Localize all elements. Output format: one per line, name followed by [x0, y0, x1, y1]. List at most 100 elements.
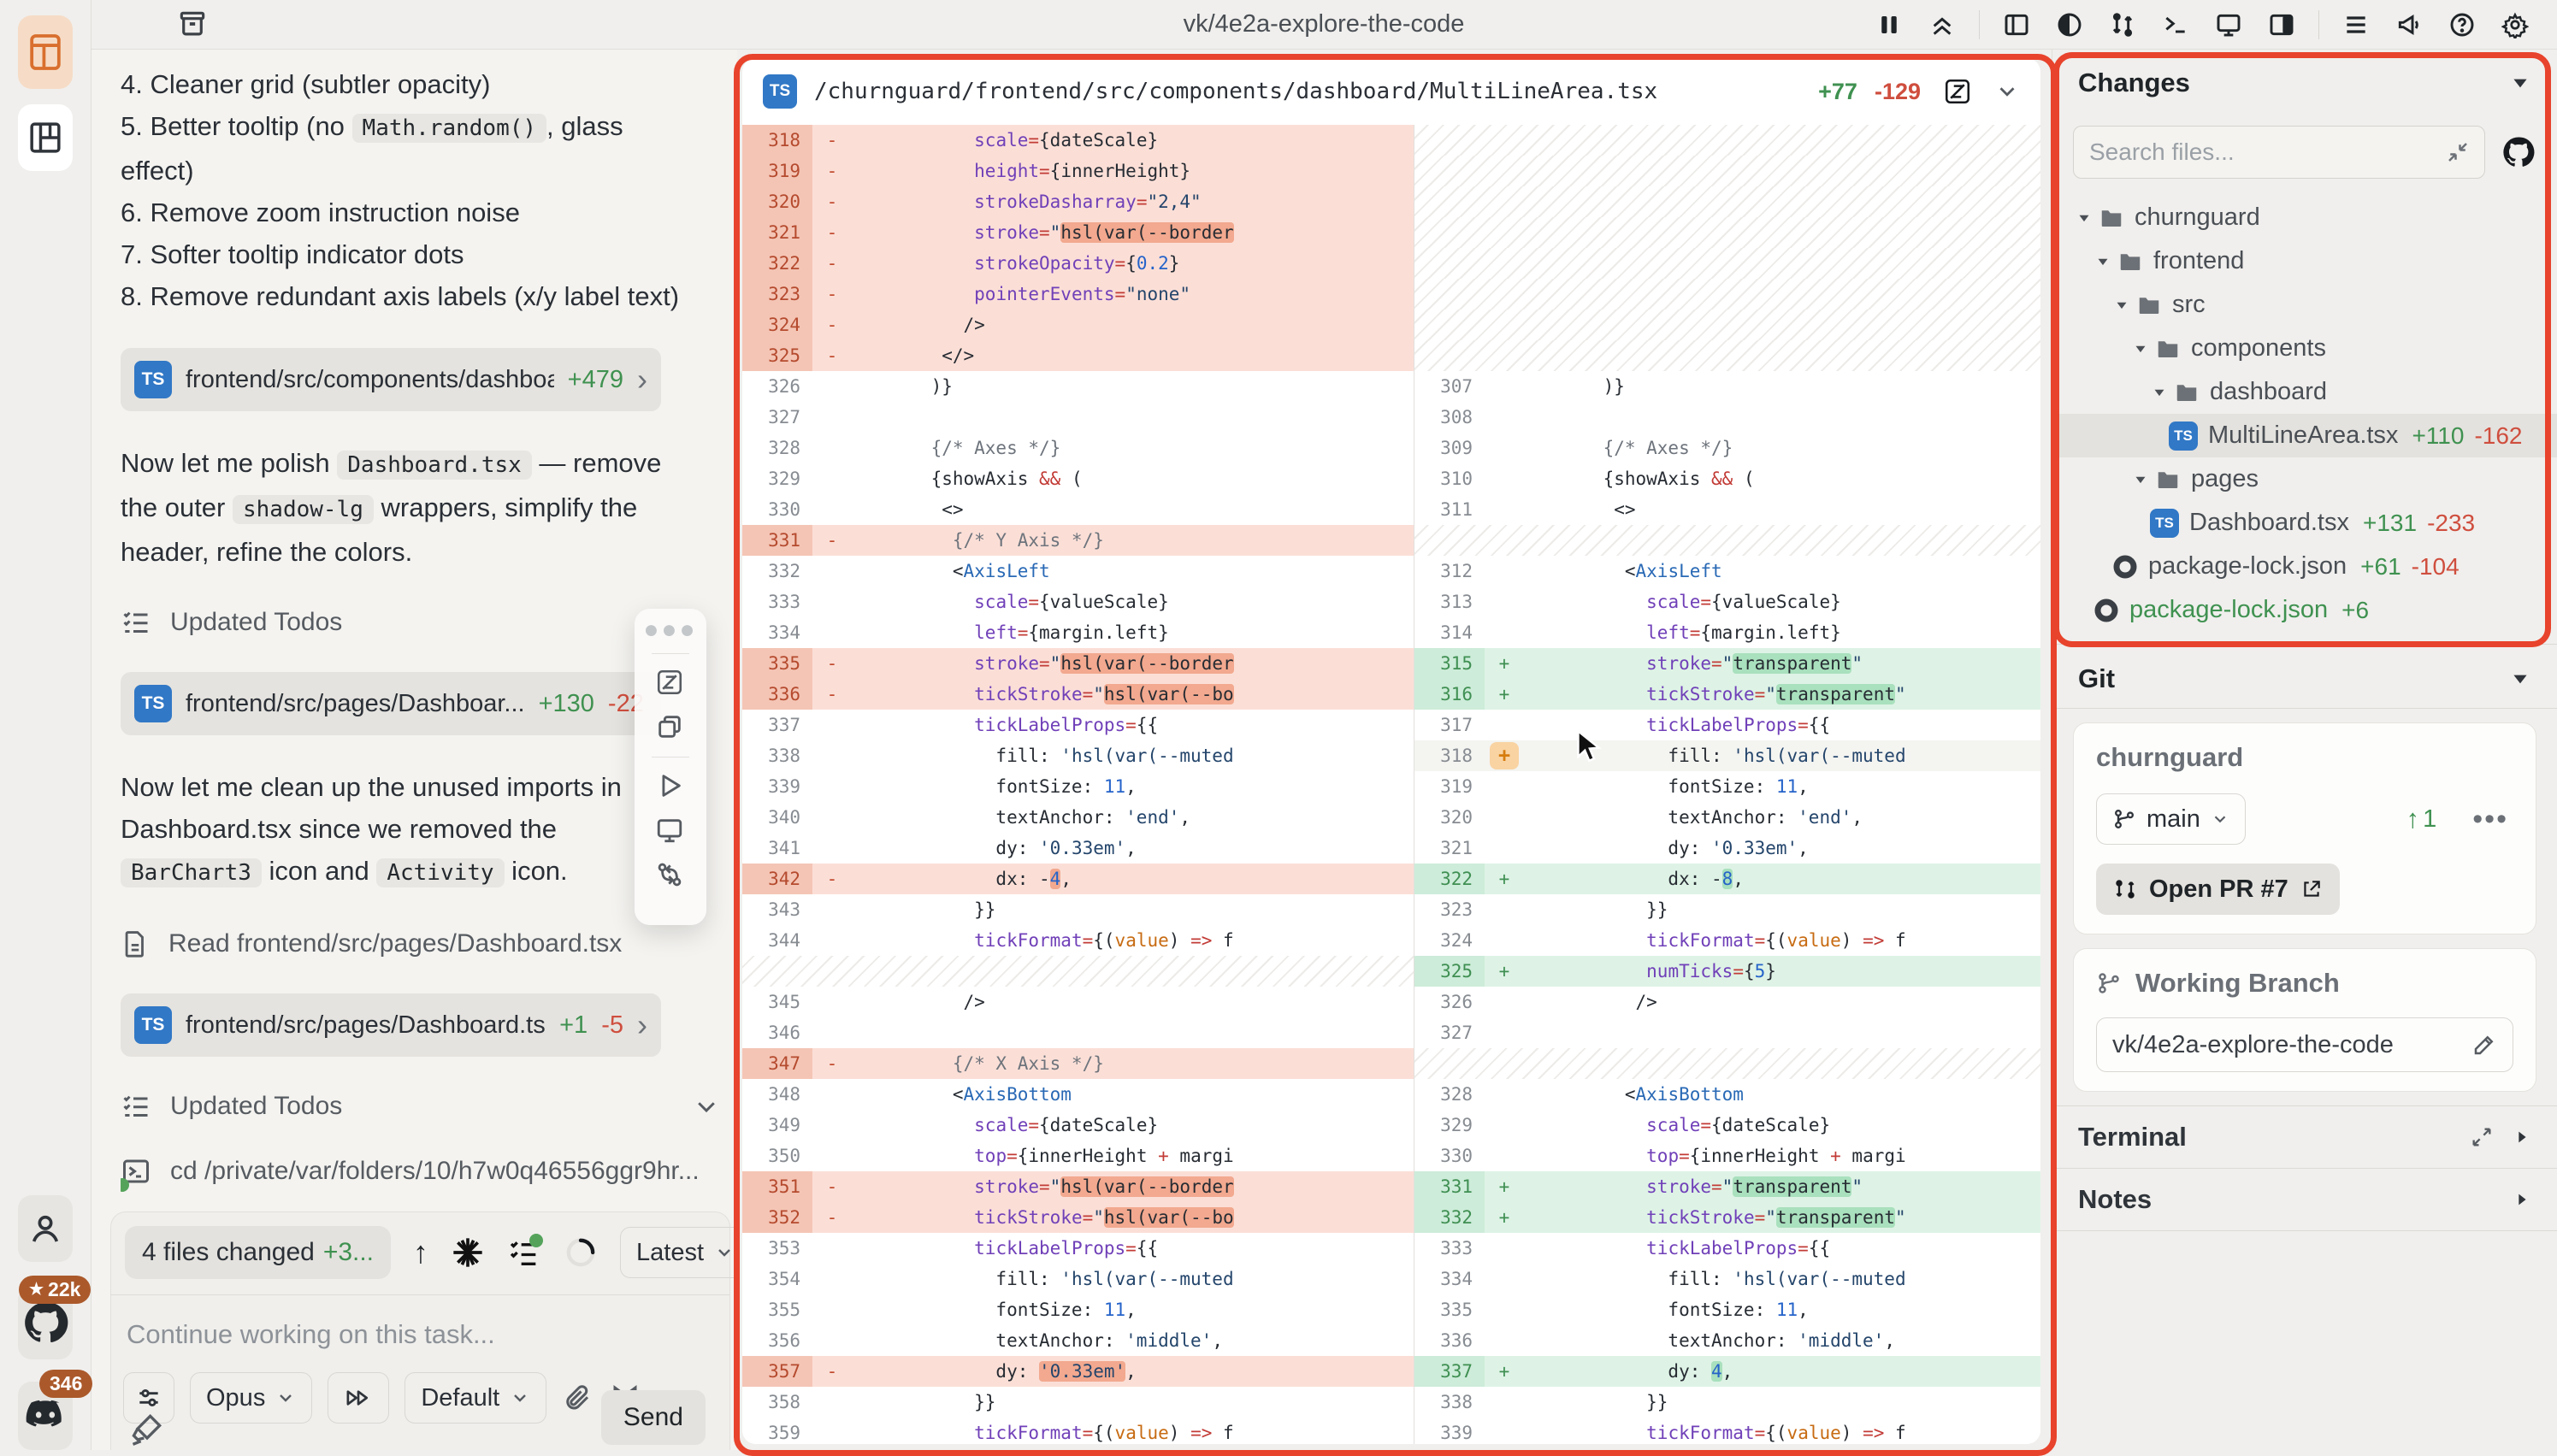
- chevron-right-icon[interactable]: ›: [637, 364, 647, 395]
- version-dropdown[interactable]: Latest: [620, 1227, 737, 1278]
- more-options-icon[interactable]: •••: [2472, 803, 2508, 836]
- branch-dropdown[interactable]: main: [2096, 793, 2246, 845]
- diff-code-cell[interactable]: 335- stroke="hsl(var(--border: [742, 648, 1414, 679]
- sparkle-icon[interactable]: [451, 1235, 485, 1270]
- diff-code-cell[interactable]: 341 dy: '0.33em',: [742, 833, 1414, 864]
- attach-icon[interactable]: [562, 1382, 593, 1413]
- diff-code-cell[interactable]: 347- {/* X Axis */}: [742, 1048, 1414, 1079]
- diff-code-cell[interactable]: 329 scale={dateScale}: [1414, 1110, 2040, 1141]
- diff-code-cell[interactable]: 324 tickFormat={(value) => f: [1414, 925, 2040, 956]
- diff-code-cell[interactable]: 325- </>: [742, 340, 1414, 371]
- diff-code-cell[interactable]: 318- scale={dateScale}: [742, 125, 1414, 156]
- diff-code-cell[interactable]: 332+ tickStroke="transparent": [1414, 1202, 2040, 1233]
- diff-code-cell[interactable]: 356 textAnchor: 'middle',: [742, 1325, 1414, 1356]
- diff-code-cell[interactable]: 317 tickLabelProps={{: [1414, 710, 2040, 740]
- diff-code-cell[interactable]: 308: [1414, 402, 2040, 433]
- file-change-chip[interactable]: TS frontend/src/pages/Dashboard.tsx +1 -…: [121, 993, 661, 1057]
- scroll-up-button[interactable]: ↑: [413, 1235, 428, 1270]
- read-file-row[interactable]: Read frontend/src/pages/Dashboard.tsx: [121, 928, 719, 959]
- panel-right-button[interactable]: [2265, 8, 2299, 42]
- diff-code-cell[interactable]: 333 scale={valueScale}: [742, 587, 1414, 617]
- diff-code-cell[interactable]: 319 fontSize: 11,: [1414, 771, 2040, 802]
- diff-code-cell[interactable]: 337+ dy: 4,: [1414, 1356, 2040, 1387]
- account-button[interactable]: [18, 1195, 73, 1262]
- search-files-input[interactable]: [2073, 126, 2485, 179]
- diff-code-cell[interactable]: 310 {showAxis && (: [1414, 463, 2040, 494]
- terminal-section-header[interactable]: Terminal: [2052, 1106, 2557, 1168]
- diff-code-cell[interactable]: 325+ numTicks={5}: [1414, 956, 2040, 987]
- tree-file-Dashboard.tsx[interactable]: TSDashboard.tsx+131-233: [2052, 501, 2557, 545]
- diff-code-cell[interactable]: 337 tickLabelProps={{: [742, 710, 1414, 740]
- git-section-header[interactable]: Git: [2052, 645, 2557, 708]
- diff-code-cell[interactable]: 339 fontSize: 11,: [742, 771, 1414, 802]
- tree-file-MultiLineArea.tsx[interactable]: TSMultiLineArea.tsx+110-162: [2052, 414, 2557, 457]
- collapse-tree-icon[interactable]: [2445, 139, 2471, 165]
- tree-folder-frontend[interactable]: frontend: [2052, 239, 2557, 283]
- diff-code-cell[interactable]: 322+ dx: -8,: [1414, 864, 2040, 894]
- diff-code-cell[interactable]: 334 left={margin.left}: [742, 617, 1414, 648]
- settings-button[interactable]: [2498, 8, 2532, 42]
- diff-code-cell[interactable]: 319- height={innerHeight}: [742, 156, 1414, 186]
- diff-code-cell[interactable]: 312 <AxisLeft: [1414, 556, 2040, 587]
- tree-folder-churnguard[interactable]: churnguard: [2052, 196, 2557, 239]
- collapse-file-chevron[interactable]: [1994, 79, 2020, 104]
- diff-code-cell[interactable]: 324- />: [742, 309, 1414, 340]
- diff-code-cell[interactable]: 330 top={innerHeight + margi: [1414, 1141, 2040, 1171]
- diff-code-cell[interactable]: 332 <AxisLeft: [742, 556, 1414, 587]
- tree-file-package-lock.json[interactable]: package-lock.json+6: [2052, 588, 2557, 632]
- file-change-chip[interactable]: TS frontend/src/pages/Dashboar... +130 -…: [121, 672, 661, 735]
- diff-code-cell[interactable]: 328 {/* Axes */}: [742, 433, 1414, 463]
- tree-folder-pages[interactable]: pages: [2052, 457, 2557, 501]
- diff-code-cell[interactable]: 353 tickLabelProps={{: [742, 1233, 1414, 1264]
- diff-code-cell[interactable]: 331+ stroke="transparent": [1414, 1171, 2040, 1202]
- composer-input[interactable]: Continue working on this task...: [111, 1295, 729, 1350]
- edit-pencil-icon[interactable]: [2471, 1032, 2497, 1058]
- diff-code-cell[interactable]: 354 fill: 'hsl(var(--muted: [742, 1264, 1414, 1294]
- diff-code-cell[interactable]: 358 }}: [742, 1387, 1414, 1418]
- model-dropdown[interactable]: Opus: [190, 1372, 312, 1424]
- updated-todos-row[interactable]: Updated Todos: [121, 1091, 719, 1122]
- diff-code-cell[interactable]: 330 <>: [742, 494, 1414, 525]
- working-branch-input[interactable]: vk/4e2a-explore-the-code: [2096, 1017, 2513, 1072]
- tree-folder-components[interactable]: components: [2052, 327, 2557, 370]
- add-comment-button[interactable]: +: [1490, 742, 1519, 769]
- diff-code-cell[interactable]: 338 }}: [1414, 1387, 2040, 1418]
- diff-code-cell[interactable]: 357- dy: '0.33em',: [742, 1356, 1414, 1387]
- diff-code-cell[interactable]: 351- stroke="hsl(var(--border: [742, 1171, 1414, 1202]
- collapse-all-button[interactable]: [1925, 8, 1959, 42]
- sidebar-item-board[interactable]: [18, 104, 73, 171]
- git-compare-icon[interactable]: [655, 860, 686, 891]
- tree-folder-dashboard[interactable]: dashboard: [2052, 370, 2557, 414]
- updated-todos-row[interactable]: Updated Todos: [121, 607, 719, 638]
- diff-code-cell[interactable]: 352- tickStroke="hsl(var(--bo: [742, 1202, 1414, 1233]
- sidebar-item-layout-active[interactable]: [18, 15, 73, 89]
- fast-forward-button[interactable]: [328, 1372, 389, 1424]
- diff-code-cell[interactable]: 321- stroke="hsl(var(--border: [742, 217, 1414, 248]
- diff-code-cell[interactable]: 355 fontSize: 11,: [742, 1294, 1414, 1325]
- diff-code-cell[interactable]: 313 scale={valueScale}: [1414, 587, 2040, 617]
- diff-code-cell[interactable]: 323- pointerEvents="none": [742, 279, 1414, 309]
- highlighter-icon[interactable]: [128, 1409, 166, 1448]
- panel-left-button[interactable]: [1999, 8, 2034, 42]
- diff-code-cell[interactable]: 350 top={innerHeight + margi: [742, 1141, 1414, 1171]
- diff-code-cell[interactable]: 328 <AxisBottom: [1414, 1079, 2040, 1110]
- monitor-icon[interactable]: [655, 816, 686, 846]
- diff-code-cell[interactable]: 344 tickFormat={(value) => f: [742, 925, 1414, 956]
- diff-code-cell[interactable]: 314 left={margin.left}: [1414, 617, 2040, 648]
- chevron-right-icon[interactable]: ›: [637, 1010, 647, 1040]
- diff-code-cell[interactable]: 327: [742, 402, 1414, 433]
- terminal-command-row[interactable]: cd /private/var/folders/10/h7w0q46556ggr…: [121, 1156, 719, 1187]
- help-button[interactable]: [2445, 8, 2479, 42]
- tree-folder-src[interactable]: src: [2052, 283, 2557, 327]
- diff-code-cell[interactable]: 336 textAnchor: 'middle',: [1414, 1325, 2040, 1356]
- diff-code-cell[interactable]: 329 {showAxis && (: [742, 463, 1414, 494]
- diff-code-cell[interactable]: 336- tickStroke="hsl(var(--bo: [742, 679, 1414, 710]
- mode-dropdown[interactable]: Default: [405, 1372, 546, 1424]
- pause-button[interactable]: [1872, 8, 1906, 42]
- notes-section-header[interactable]: Notes: [2052, 1169, 2557, 1230]
- diff-code-cell[interactable]: 346: [742, 1017, 1414, 1048]
- drag-handle-icon[interactable]: ●●●: [643, 621, 697, 640]
- diff-code-cell[interactable]: 339 tickFormat={(value) => f: [1414, 1418, 2040, 1444]
- diff-code-cell[interactable]: 322- strokeOpacity={0.2}: [742, 248, 1414, 279]
- diff-code-cell[interactable]: 318+ fill: 'hsl(var(--muted: [1414, 740, 2040, 771]
